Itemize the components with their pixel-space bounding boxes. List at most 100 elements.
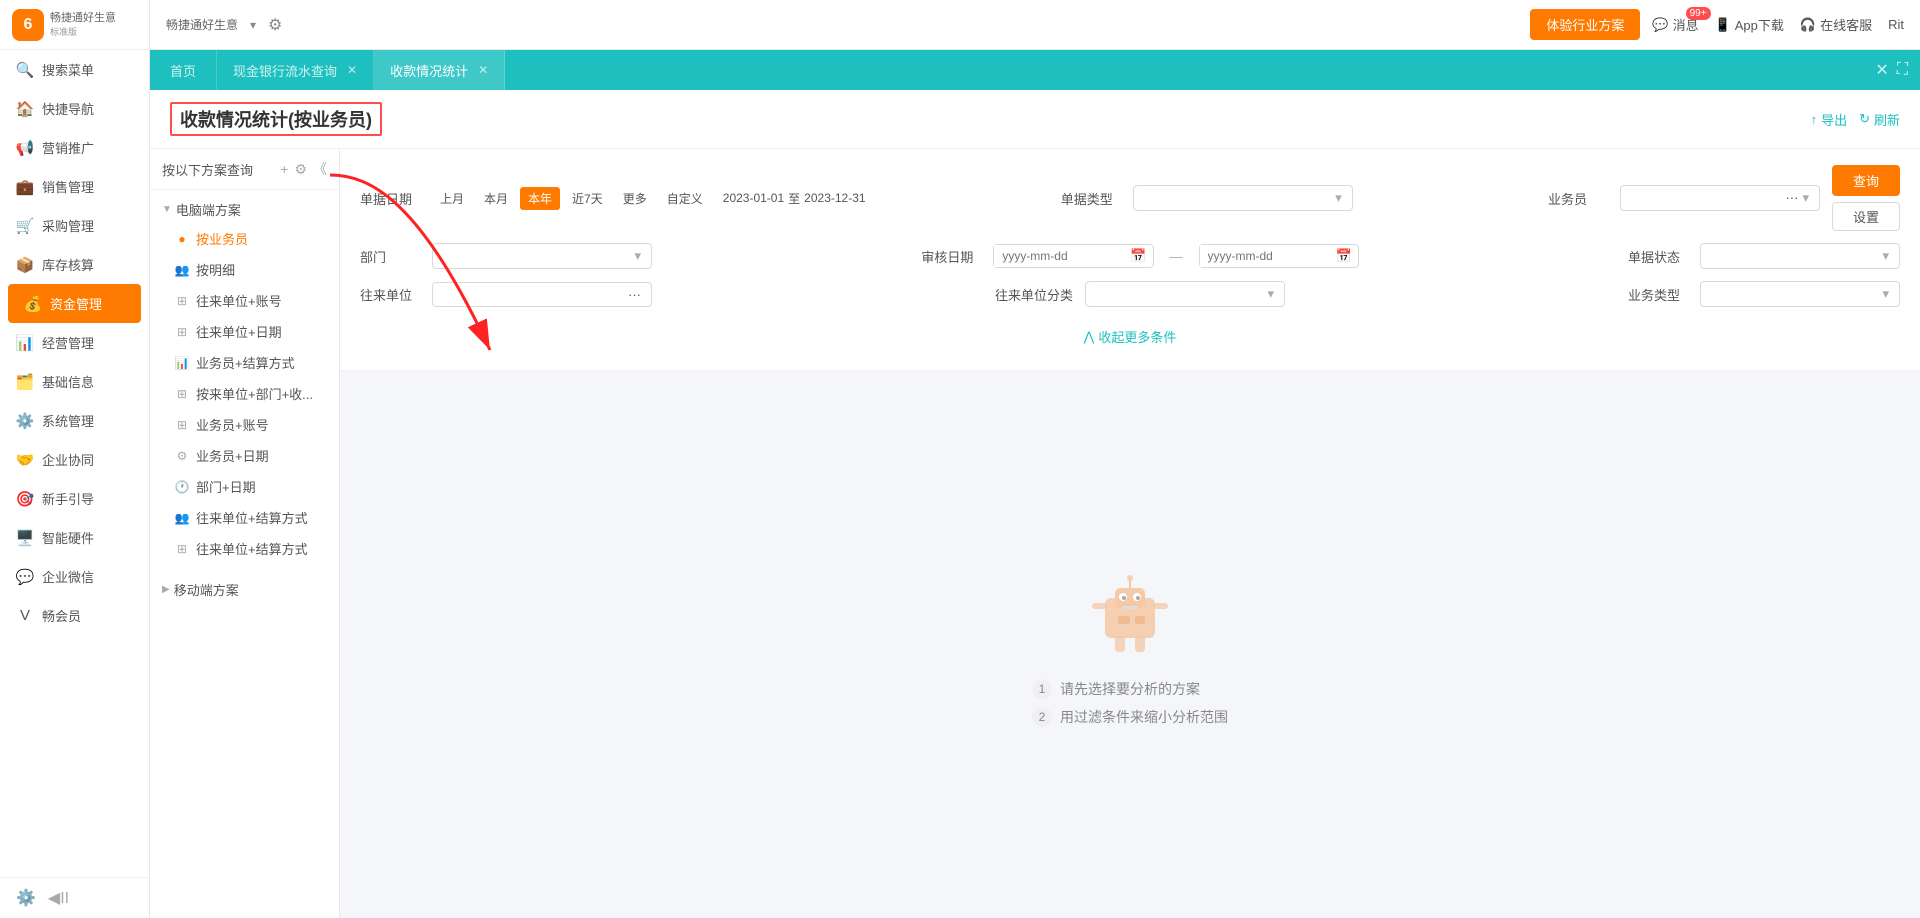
sidebar-item-sales[interactable]: 💼 销售管理 — [0, 167, 149, 206]
date-tab-this-year[interactable]: 本年 — [520, 187, 560, 210]
sidebar-item-label: 系统管理 — [42, 411, 94, 430]
sidebar-item-finance[interactable]: 💰 资金管理 — [8, 284, 141, 323]
sidebar-item-guide[interactable]: 🎯 新手引导 — [0, 479, 149, 518]
export-button[interactable]: ↑ 导出 — [1811, 110, 1848, 129]
header-gear-icon[interactable]: ⚙ — [268, 15, 282, 35]
sidebar-collapse-icon[interactable]: ◀II — [48, 888, 69, 908]
review-date-start-calendar-icon[interactable]: 📅 — [1124, 248, 1152, 264]
query-button[interactable]: 查询 — [1832, 165, 1900, 196]
sidebar-item-enterprise[interactable]: 🤝 企业协同 — [0, 440, 149, 479]
sidebar-item-purchase[interactable]: 🛒 采购管理 — [0, 206, 149, 245]
partner-select[interactable]: ··· — [432, 282, 652, 307]
sidebar-item-label: 畅会员 — [42, 606, 81, 625]
sidebar-item-hardware[interactable]: 🖥️ 智能硬件 — [0, 518, 149, 557]
scheme-item-label: 往来单位+日期 — [196, 322, 282, 341]
hardware-icon: 🖥️ — [16, 529, 34, 547]
scheme-item-salesperson-date[interactable]: ⚙ 业务员+日期 — [150, 440, 339, 471]
sidebar-item-basic[interactable]: 🗂️ 基础信息 — [0, 362, 149, 401]
doc-status-select[interactable]: ▾ — [1700, 243, 1900, 269]
guide-icon: 🎯 — [16, 490, 34, 508]
scheme-item-partner-settlement2[interactable]: ⊞ 往来单位+结算方式 — [150, 533, 339, 564]
tab-collection-stats[interactable]: 收款情况统计 ✕ — [374, 50, 505, 90]
salesperson-more-icon[interactable]: ··· — [1785, 190, 1798, 206]
partner-more-icon[interactable]: ··· — [628, 287, 641, 302]
date-tab-more[interactable]: 更多 — [615, 187, 655, 210]
scheme-item-partner-account[interactable]: ⊞ 往来单位+账号 — [150, 285, 339, 316]
partner-date-icon: ⊞ — [174, 324, 190, 340]
breadcrumb-dropdown-icon[interactable]: ▾ — [250, 18, 256, 32]
page-title: 收款情况统计(按业务员) — [170, 102, 382, 136]
hint-item-1: 1 请先选择要分析的方案 — [1032, 679, 1228, 699]
sidebar-settings-icon[interactable]: ⚙️ — [16, 888, 36, 908]
doc-type-select[interactable]: ▾ — [1133, 185, 1353, 211]
salesperson-select[interactable]: ··· ▾ — [1620, 185, 1820, 211]
enterprise-icon: 🤝 — [16, 451, 34, 469]
partner-label: 往来单位 — [360, 285, 420, 304]
content-area: 收款情况统计(按业务员) ↑ 导出 ↻ 刷新 按以下方 — [150, 90, 1920, 918]
sidebar-item-marketing[interactable]: 📢 营销推广 — [0, 128, 149, 167]
sidebar-item-inventory[interactable]: 📦 库存核算 — [0, 245, 149, 284]
download-icon: 📱 — [1715, 17, 1731, 33]
messages-button[interactable]: 💬 消息 99+ — [1652, 15, 1698, 34]
sidebar: 6 畅捷通好生意 标准版 🔍 搜索菜单 🏠 快捷导航 📢 营销推广 💼 — [0, 0, 150, 918]
sidebar-item-wechat[interactable]: 💬 企业微信 — [0, 557, 149, 596]
review-date-end-input[interactable] — [1200, 245, 1330, 267]
sidebar-item-operation[interactable]: 📊 经营管理 — [0, 323, 149, 362]
scheme-item-by-partner-dept[interactable]: ⊞ 按来单位+部门+收... — [150, 378, 339, 409]
group-expand-icon: ▼ — [162, 204, 172, 215]
review-date-end-wrap: 📅 — [1199, 244, 1359, 268]
collapse-button[interactable]: ⋀ 收起更多条件 — [360, 319, 1900, 354]
tab-collection-stats-close-icon[interactable]: ✕ — [478, 63, 488, 77]
scheme-item-salesperson-account[interactable]: ⊞ 业务员+账号 — [150, 409, 339, 440]
scheme-group-desktop-title[interactable]: ▼ 电脑端方案 — [150, 196, 339, 223]
scheme-settings-icon[interactable]: ⚙ — [294, 161, 307, 178]
salesperson-date-icon: ⚙ — [174, 448, 190, 464]
search-menu-icon: 🔍 — [16, 61, 34, 79]
tab-home[interactable]: 首页 — [150, 50, 217, 90]
scheme-item-label: 往来单位+结算方式 — [196, 508, 308, 527]
scheme-panel: 按以下方案查询 + ⚙ 《 ▼ 电脑端方案 ● 按业务员 — [150, 149, 340, 918]
scheme-item-partner-date[interactable]: ⊞ 往来单位+日期 — [150, 316, 339, 347]
trial-button[interactable]: 体验行业方案 — [1530, 9, 1640, 40]
scheme-item-partner-settlement1[interactable]: 👥 往来单位+结算方式 — [150, 502, 339, 533]
sidebar-item-member[interactable]: V 畅会员 — [0, 596, 149, 635]
tab-close-all-icon[interactable]: ✕ — [1875, 60, 1888, 80]
dept-select[interactable]: ▾ — [432, 243, 652, 269]
hint-text-2: 用过滤条件来缩小分析范围 — [1060, 707, 1228, 727]
salesperson-label: 业务员 — [1548, 189, 1608, 208]
review-date-end-calendar-icon[interactable]: 📅 — [1330, 248, 1358, 264]
tab-bank-flow-close-icon[interactable]: ✕ — [347, 63, 357, 77]
review-date-start-input[interactable] — [994, 245, 1124, 267]
date-label: 单据日期 — [360, 189, 420, 208]
partner-category-select[interactable]: ▾ — [1085, 281, 1285, 307]
inventory-icon: 📦 — [16, 256, 34, 274]
date-tab-this-month[interactable]: 本月 — [476, 187, 516, 210]
tab-bank-flow[interactable]: 现金银行流水查询 ✕ — [217, 50, 374, 90]
date-tab-last-7[interactable]: 近7天 — [564, 187, 611, 210]
date-start: 2023-01-01 — [723, 191, 784, 205]
sidebar-item-quick-nav[interactable]: 🏠 快捷导航 — [0, 89, 149, 128]
salesperson-settlement-icon: 📊 — [174, 355, 190, 371]
app-download-button[interactable]: 📱 App下载 — [1715, 15, 1784, 34]
partner-category-label: 往来单位分类 — [995, 285, 1073, 304]
scheme-group-mobile-title[interactable]: ▶ 移动端方案 — [150, 576, 339, 603]
scheme-item-dept-date[interactable]: 🕐 部门+日期 — [150, 471, 339, 502]
scheme-item-salesperson-settlement[interactable]: 📊 业务员+结算方式 — [150, 347, 339, 378]
refresh-button[interactable]: ↻ 刷新 — [1859, 110, 1900, 129]
sidebar-item-search-menu[interactable]: 🔍 搜索菜单 — [0, 50, 149, 89]
scheme-item-by-detail[interactable]: 👥 按明细 — [150, 254, 339, 285]
scheme-add-icon[interactable]: + — [280, 161, 288, 177]
set-button[interactable]: 设置 — [1832, 202, 1900, 231]
date-tab-last-month[interactable]: 上月 — [432, 187, 472, 210]
date-tab-custom[interactable]: 自定义 — [659, 187, 711, 210]
online-service-button[interactable]: 🎧 在线客服 — [1800, 15, 1872, 34]
sidebar-item-system[interactable]: ⚙️ 系统管理 — [0, 401, 149, 440]
tab-maximize-icon[interactable]: ⛶ — [1897, 61, 1908, 79]
sidebar-item-label: 搜索菜单 — [42, 60, 94, 79]
scheme-item-by-salesperson[interactable]: ● 按业务员 — [150, 223, 339, 254]
tab-collection-stats-label: 收款情况统计 — [390, 61, 468, 80]
scheme-collapse-icon[interactable]: 《 — [313, 159, 327, 179]
salesperson-dropdown-icon: ▾ — [1802, 190, 1809, 206]
sidebar-item-label: 销售管理 — [42, 177, 94, 196]
biz-type-select[interactable]: ▾ — [1700, 281, 1900, 307]
